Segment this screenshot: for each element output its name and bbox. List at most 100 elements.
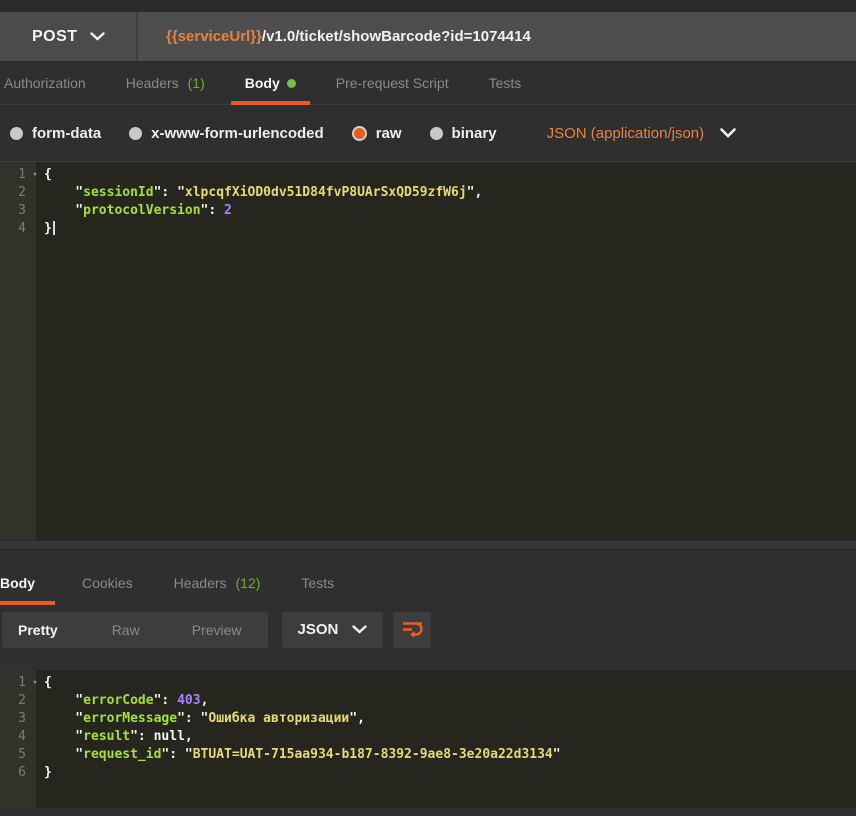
- radio-binary[interactable]: binary: [429, 124, 497, 142]
- code-token-punct: ": ": [153, 185, 185, 200]
- editor-line: 2 "errorCode": 403,: [0, 692, 856, 710]
- tab-label: Tests: [301, 575, 335, 591]
- editor-line: 4}: [0, 220, 856, 238]
- radio-raw[interactable]: raw: [351, 124, 402, 142]
- radio-form-data[interactable]: form-data: [10, 125, 101, 142]
- text-cursor: [52, 221, 55, 235]
- chevron-down-icon: [720, 128, 736, 138]
- tab-label: Body: [0, 575, 35, 591]
- line-number: 5: [18, 747, 26, 762]
- editor-line: 1 ▾{: [0, 674, 856, 692]
- code-token-punct: ",: [349, 711, 365, 726]
- editor-line: 1 ▾{: [0, 166, 856, 184]
- radio-selected-icon: [351, 125, 367, 141]
- code-token-punct: }: [44, 221, 52, 236]
- code-token-punct: ": ": [177, 711, 209, 726]
- radio-label: binary: [451, 124, 497, 142]
- code-token-str: Ошибка авторизации: [208, 711, 350, 726]
- line-number: 4: [18, 729, 26, 744]
- code-token-str: BTUAT=UAT-715aa934-b187-8392-9ae8-3e20a2…: [192, 747, 553, 762]
- fold-gutter: [26, 202, 44, 220]
- code-token-key: errorCode: [83, 693, 154, 708]
- view-preview-button[interactable]: Preview: [166, 612, 268, 648]
- body-type-selector: form-data x-www-form-urlencoded raw bina…: [0, 105, 856, 162]
- code-token-key: protocolVersion: [83, 203, 201, 218]
- fold-gutter: [26, 692, 44, 710]
- line-number: 4: [18, 221, 26, 236]
- tab-label: Headers: [125, 75, 179, 91]
- response-tab-body[interactable]: Body: [0, 562, 55, 605]
- line-number: 3: [18, 711, 26, 726]
- response-tab-tests[interactable]: Tests: [287, 562, 348, 604]
- chevron-down-icon: [89, 32, 105, 41]
- radio-icon: [429, 126, 443, 140]
- response-tabs: Body Cookies Headers (12) Tests: [0, 550, 856, 605]
- code-token-punct: ,: [200, 693, 209, 708]
- chevron-down-icon: [352, 625, 368, 634]
- code-token-punct: ": [44, 693, 84, 708]
- code-line: }: [44, 220, 55, 238]
- code-token-punct: ": ": [161, 747, 193, 762]
- editor-line: 3 "protocolVersion": 2: [0, 202, 856, 220]
- code-token-punct: ": [44, 747, 84, 762]
- editor-line: 2 "sessionId": "xlpcqfXiOD0dv51D84fvP8UA…: [0, 184, 856, 202]
- tab-label: Pre-request Script: [335, 75, 449, 91]
- editor-line: 3 "errorMessage": "Ошибка авторизации",: [0, 710, 856, 728]
- fold-gutter: [26, 710, 44, 728]
- view-pretty-button[interactable]: Pretty: [2, 612, 86, 648]
- code-line: }: [44, 764, 52, 782]
- tab-headers[interactable]: Headers (1): [112, 62, 219, 104]
- response-format-dropdown[interactable]: JSON: [281, 611, 384, 648]
- line-number: 1: [18, 675, 26, 690]
- request-body-editor[interactable]: 1 ▾{2 "sessionId": "xlpcqfXiOD0dv51D84fvP…: [0, 162, 856, 540]
- editor-line: 5 "request_id": "BTUAT=UAT-715aa934-b187…: [0, 746, 856, 764]
- radio-label: raw: [375, 124, 402, 142]
- view-raw-button[interactable]: Raw: [86, 612, 166, 648]
- response-tab-headers[interactable]: Headers (12): [160, 562, 275, 604]
- tab-pre-request-script[interactable]: Pre-request Script: [322, 62, 463, 104]
- code-token-punct: ":: [153, 693, 178, 708]
- tab-label: Authorization: [4, 75, 86, 91]
- pane-splitter[interactable]: [0, 540, 856, 550]
- code-token-punct: ": [44, 185, 84, 200]
- wrap-text-icon: [402, 622, 423, 638]
- wrap-text-button[interactable]: [393, 611, 432, 648]
- tab-label: Headers: [173, 575, 227, 591]
- content-type-dropdown[interactable]: JSON (application/json): [547, 125, 737, 142]
- response-body-editor[interactable]: 1 ▾{2 "errorCode": 403, 3 "errorMessage": …: [0, 670, 856, 808]
- window-top-strip: [0, 0, 856, 12]
- response-tab-cookies[interactable]: Cookies: [68, 562, 147, 604]
- code-token-punct: ": [44, 729, 84, 744]
- tab-body[interactable]: Body: [230, 62, 310, 105]
- tab-tests[interactable]: Tests: [475, 62, 536, 104]
- fold-gutter: [26, 728, 44, 746]
- code-token-str: xlpcqfXiOD0dv51D84fvP8UArSxQD59zfW6j: [184, 185, 467, 200]
- line-number: 1: [18, 167, 26, 182]
- code-token-punct: }: [44, 765, 52, 780]
- code-line: "protocolVersion": 2: [44, 202, 232, 220]
- code-token-key: errorMessage: [83, 711, 178, 726]
- code-token-num: 403: [177, 693, 201, 708]
- radio-icon: [10, 126, 23, 140]
- request-tabs: Authorization Headers (1) Body Pre-reques…: [0, 62, 856, 105]
- method-label: POST: [32, 27, 78, 45]
- url-input[interactable]: {{serviceUrl}}/v1.0/ticket/showBarcode?i…: [138, 12, 856, 61]
- line-number: 6: [18, 765, 26, 780]
- fold-toggle-icon[interactable]: ▾: [26, 674, 44, 692]
- code-line: {: [44, 166, 52, 184]
- fold-toggle-icon[interactable]: ▾: [26, 166, 44, 184]
- line-number: 2: [18, 185, 26, 200]
- code-token-punct: ": [44, 203, 84, 218]
- method-dropdown[interactable]: POST: [0, 12, 138, 61]
- line-number: 3: [18, 203, 26, 218]
- code-token-punct: ":: [130, 729, 154, 744]
- code-token-num: 2: [224, 203, 232, 218]
- line-number: 2: [18, 693, 26, 708]
- tab-authorization[interactable]: Authorization: [2, 62, 100, 104]
- view-mode-group: Pretty Raw Preview: [2, 611, 268, 648]
- fold-gutter: [26, 746, 44, 764]
- radio-x-www-form-urlencoded[interactable]: x-www-form-urlencoded: [129, 125, 324, 142]
- response-headers-count-badge: (12): [235, 575, 261, 591]
- code-token-punct: ,: [184, 729, 193, 744]
- response-toolbar: Pretty Raw Preview JSON: [0, 604, 856, 670]
